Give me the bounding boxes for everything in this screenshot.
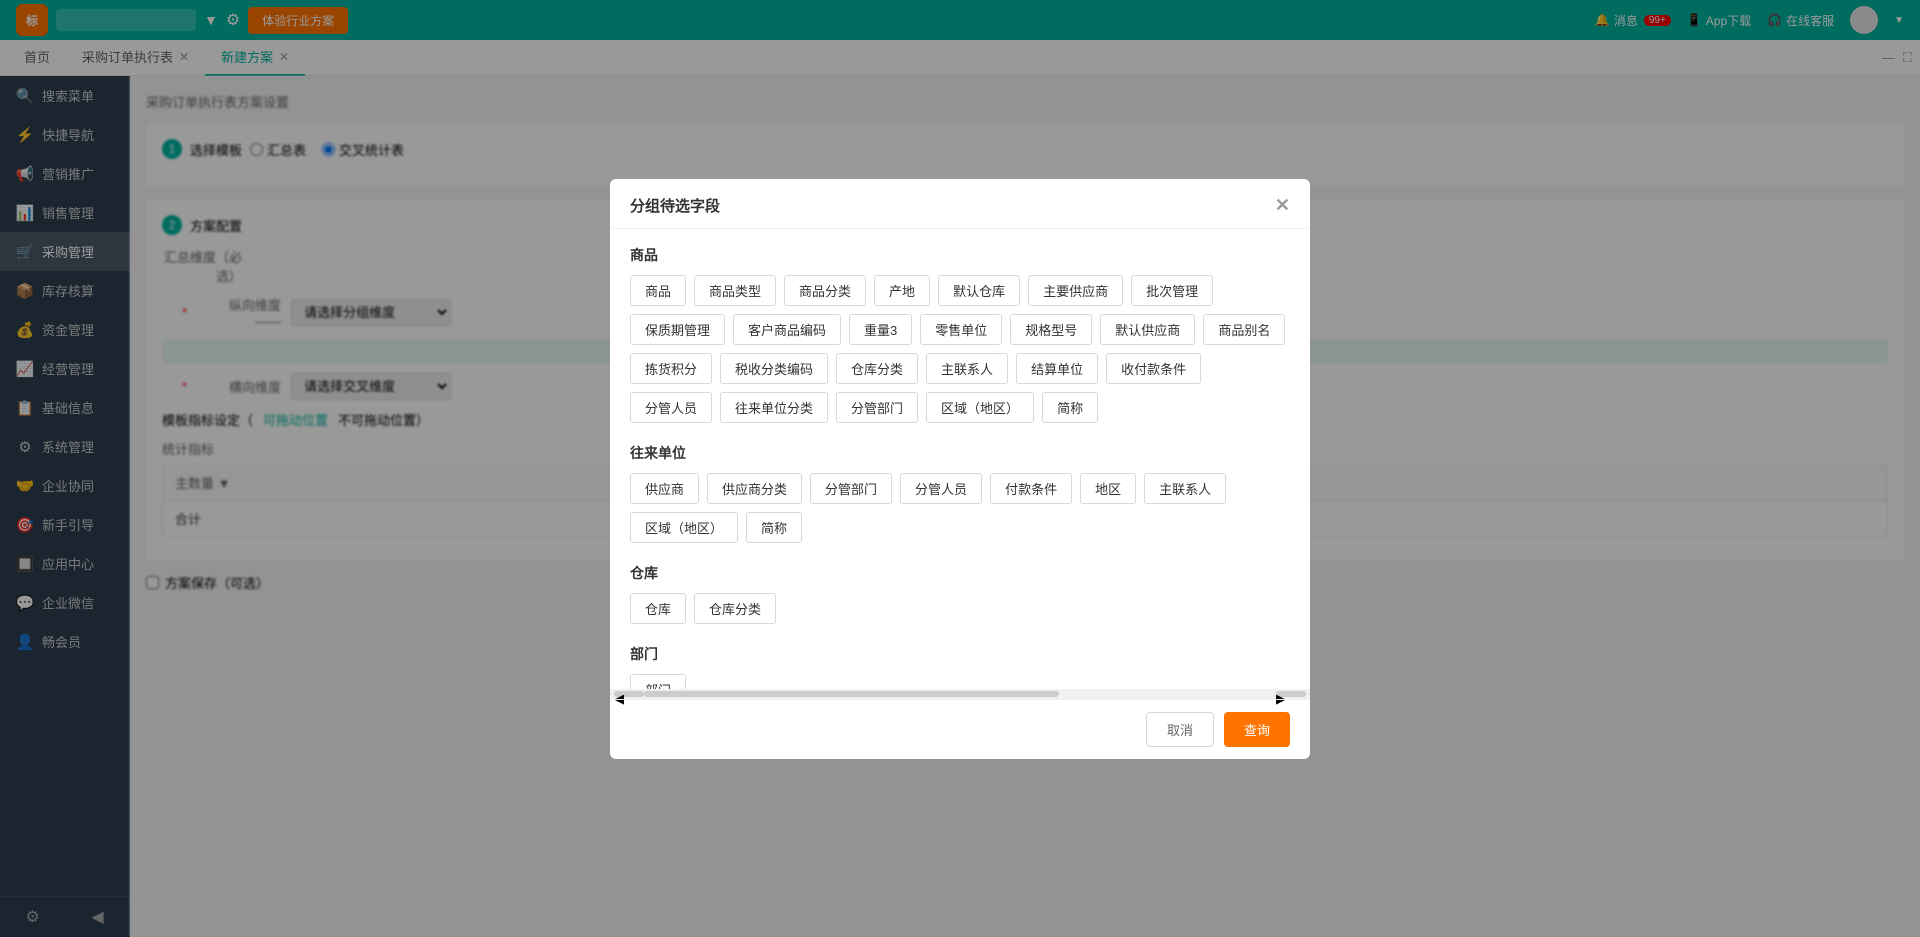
field-tag-batch-manage[interactable]: 批次管理: [1131, 275, 1213, 306]
field-tag-short-name2[interactable]: 简称: [746, 512, 802, 543]
field-tag-supplier[interactable]: 供应商: [630, 473, 699, 504]
field-tag-pick-points[interactable]: 拣货积分: [630, 353, 712, 384]
field-tag-tax-code[interactable]: 税收分类编码: [720, 353, 828, 384]
field-tag-main-contact2[interactable]: 主联系人: [1144, 473, 1226, 504]
field-tag-region2[interactable]: 区域（地区）: [630, 512, 738, 543]
modal-footer: 取消 查询: [610, 699, 1310, 759]
section-warehouse-title: 仓库: [630, 563, 1290, 583]
field-tag-goods-category[interactable]: 商品分类: [784, 275, 866, 306]
field-tag-customer-code[interactable]: 客户商品编码: [733, 314, 841, 345]
section-department: 部门 部门: [630, 644, 1290, 689]
field-tag-supplier-category[interactable]: 供应商分类: [707, 473, 802, 504]
field-tag-shelf-life[interactable]: 保质期管理: [630, 314, 725, 345]
field-tag-goods-alias[interactable]: 商品别名: [1203, 314, 1285, 345]
hscroll-right-arrow: ▶: [1276, 691, 1306, 697]
field-tag-partner-person[interactable]: 分管人员: [900, 473, 982, 504]
field-tag-goods[interactable]: 商品: [630, 275, 686, 306]
confirm-button[interactable]: 查询: [1224, 712, 1290, 747]
modal-header: 分组待选字段 ✕: [610, 179, 1310, 229]
field-tag-settlement-unit[interactable]: 结算单位: [1016, 353, 1098, 384]
field-tag-area[interactable]: 地区: [1080, 473, 1136, 504]
modal-body[interactable]: 商品 商品 商品类型 商品分类 产地 默认仓库 主要供应商 批次管理 保质期管理…: [610, 229, 1310, 689]
field-tag-short-name[interactable]: 简称: [1042, 392, 1098, 423]
field-tag-warehouse-cat[interactable]: 仓库分类: [694, 593, 776, 624]
cancel-button[interactable]: 取消: [1146, 712, 1214, 747]
modal-title: 分组待选字段: [630, 195, 720, 216]
modal-overlay: 分组待选字段 ✕ 商品 商品 商品类型 商品分类 产地 默认仓库 主要供应商 批…: [0, 0, 1920, 937]
field-tag-warehouse-category[interactable]: 仓库分类: [836, 353, 918, 384]
dept-field-tags: 部门: [630, 674, 1290, 689]
field-tag-warehouse[interactable]: 仓库: [630, 593, 686, 624]
field-tag-goods-type[interactable]: 商品类型: [694, 275, 776, 306]
field-tag-main-supplier[interactable]: 主要供应商: [1028, 275, 1123, 306]
modal-horizontal-scrollbar[interactable]: ◀ ▶: [610, 689, 1310, 699]
section-dept-title: 部门: [630, 644, 1290, 664]
section-partner: 往来单位 供应商 供应商分类 分管部门 分管人员 付款条件 地区 主联系人 区域…: [630, 443, 1290, 543]
goods-field-tags: 商品 商品类型 商品分类 产地 默认仓库 主要供应商 批次管理 保质期管理 客户…: [630, 275, 1290, 423]
field-tag-retail-unit[interactable]: 零售单位: [920, 314, 1002, 345]
field-tag-payment-condition[interactable]: 付款条件: [990, 473, 1072, 504]
field-tag-partner-dept[interactable]: 分管部门: [810, 473, 892, 504]
field-tag-main-contact[interactable]: 主联系人: [926, 353, 1008, 384]
section-warehouse: 仓库 仓库 仓库分类: [630, 563, 1290, 624]
field-tag-payment-terms[interactable]: 收付款条件: [1106, 353, 1201, 384]
warehouse-field-tags: 仓库 仓库分类: [630, 593, 1290, 624]
partner-field-tags: 供应商 供应商分类 分管部门 分管人员 付款条件 地区 主联系人 区域（地区） …: [630, 473, 1290, 543]
section-partner-title: 往来单位: [630, 443, 1290, 463]
field-tag-charge-person[interactable]: 分管人员: [630, 392, 712, 423]
field-tag-department[interactable]: 部门: [630, 674, 686, 689]
field-tag-origin[interactable]: 产地: [874, 275, 930, 306]
hscroll-thumb[interactable]: [644, 691, 1059, 697]
modal-close-button[interactable]: ✕: [1275, 195, 1290, 216]
field-select-modal: 分组待选字段 ✕ 商品 商品 商品类型 商品分类 产地 默认仓库 主要供应商 批…: [610, 179, 1310, 759]
section-goods: 商品 商品 商品类型 商品分类 产地 默认仓库 主要供应商 批次管理 保质期管理…: [630, 245, 1290, 423]
field-tag-default-supplier[interactable]: 默认供应商: [1100, 314, 1195, 345]
section-goods-title: 商品: [630, 245, 1290, 265]
field-tag-default-warehouse[interactable]: 默认仓库: [938, 275, 1020, 306]
field-tag-region[interactable]: 区域（地区）: [926, 392, 1034, 423]
field-tag-weight[interactable]: 重量3: [849, 314, 912, 345]
hscroll-left-arrow: ◀: [614, 691, 644, 697]
field-tag-spec-model[interactable]: 规格型号: [1010, 314, 1092, 345]
field-tag-partner-category[interactable]: 往来单位分类: [720, 392, 828, 423]
field-tag-dept[interactable]: 分管部门: [836, 392, 918, 423]
